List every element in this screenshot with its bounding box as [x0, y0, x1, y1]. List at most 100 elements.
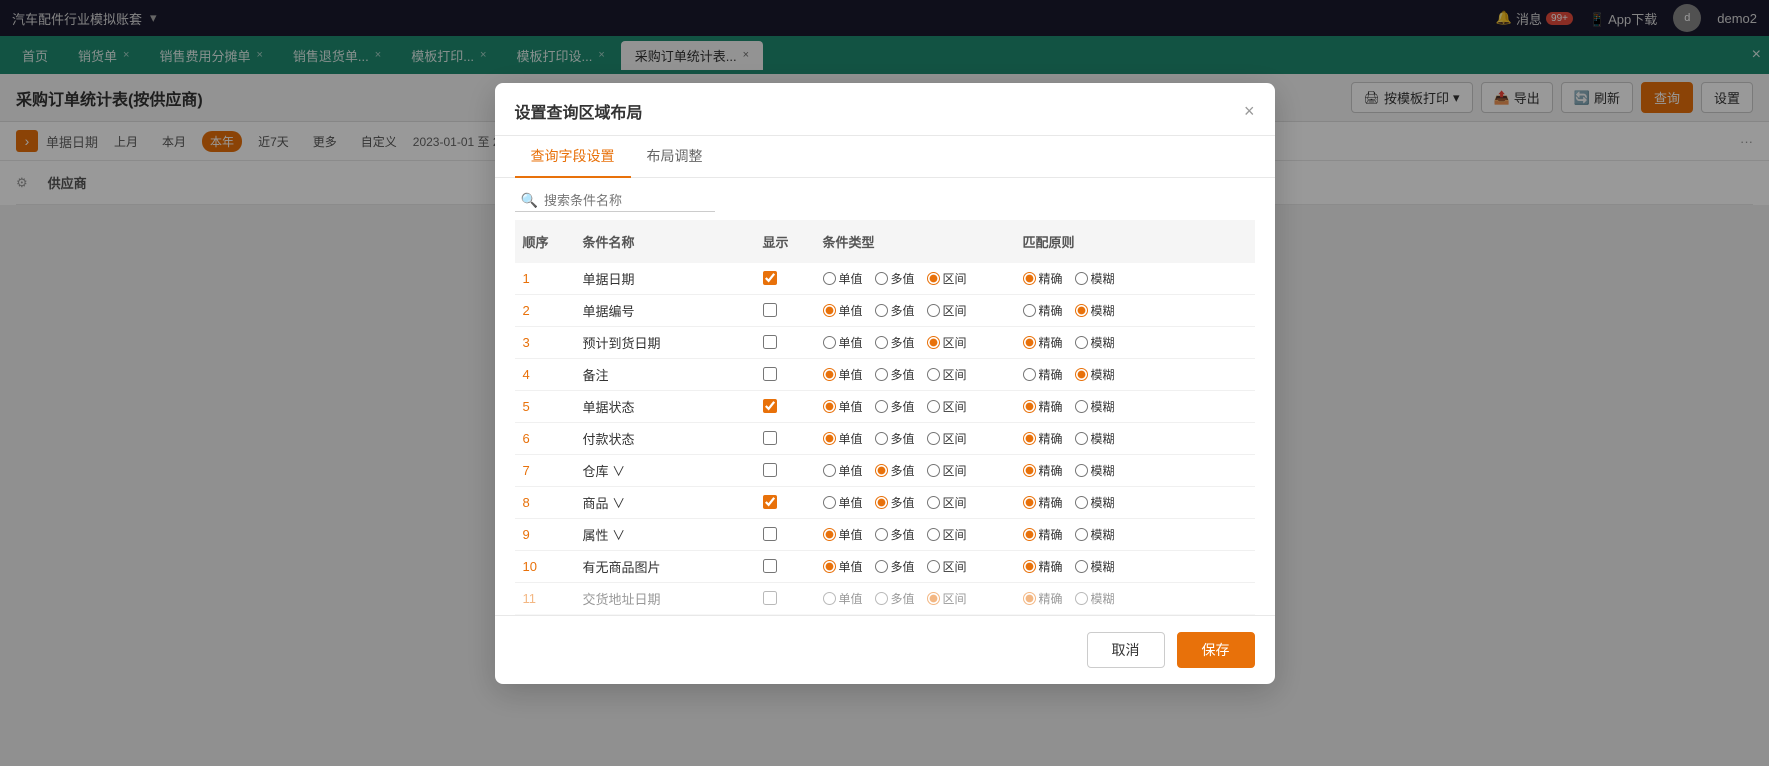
- row-show-checkbox[interactable]: [763, 271, 777, 285]
- radio-type-区间[interactable]: 区间: [927, 430, 967, 447]
- radio-match-模糊[interactable]: 模糊: [1075, 334, 1115, 351]
- row-order: 7: [523, 463, 530, 478]
- row-type-group: 单值多值区间: [815, 455, 1015, 486]
- radio-match-精确[interactable]: 精确: [1023, 334, 1063, 351]
- radio-type-多值[interactable]: 多值: [875, 590, 915, 607]
- radio-match-模糊[interactable]: 模糊: [1075, 430, 1115, 447]
- row-order: 3: [523, 335, 530, 350]
- row-show-checkbox[interactable]: [763, 559, 777, 573]
- radio-type-单值[interactable]: 单值: [823, 270, 863, 287]
- radio-type-多值[interactable]: 多值: [875, 430, 915, 447]
- radio-type-单值[interactable]: 单值: [823, 590, 863, 607]
- row-order: 10: [523, 559, 537, 574]
- radio-type-多值[interactable]: 多值: [875, 526, 915, 543]
- radio-match-模糊[interactable]: 模糊: [1075, 494, 1115, 511]
- save-button[interactable]: 保存: [1177, 632, 1255, 668]
- radio-type-区间[interactable]: 区间: [927, 526, 967, 543]
- row-show-checkbox[interactable]: [763, 303, 777, 317]
- row-match-group: 精确模糊: [1015, 519, 1215, 550]
- row-match-group: 精确模糊: [1015, 551, 1215, 582]
- radio-type-区间[interactable]: 区间: [927, 462, 967, 479]
- radio-type-多值[interactable]: 多值: [875, 302, 915, 319]
- radio-type-区间[interactable]: 区间: [927, 366, 967, 383]
- row-show-checkbox[interactable]: [763, 335, 777, 349]
- radio-match-精确[interactable]: 精确: [1023, 526, 1063, 543]
- radio-match-模糊[interactable]: 模糊: [1075, 526, 1115, 543]
- radio-type-单值[interactable]: 单值: [823, 334, 863, 351]
- radio-match-模糊[interactable]: 模糊: [1075, 302, 1115, 319]
- row-type-group: 单值多值区间: [815, 327, 1015, 358]
- row-match-group: 精确模糊: [1015, 455, 1215, 486]
- row-order: 11: [523, 591, 537, 606]
- radio-type-区间[interactable]: 区间: [927, 494, 967, 511]
- search-icon: 🔍: [521, 192, 538, 209]
- radio-match-精确[interactable]: 精确: [1023, 398, 1063, 415]
- dialog-tabs: 查询字段设置 布局调整: [495, 136, 1275, 178]
- modal-overlay: 设置查询区域布局 × 查询字段设置 布局调整 🔍 顺序 条件名称 显示 条件类型…: [0, 0, 1769, 766]
- radio-type-单值[interactable]: 单值: [823, 366, 863, 383]
- radio-match-模糊[interactable]: 模糊: [1075, 462, 1115, 479]
- table-row: 5单据状态单值多值区间精确模糊: [515, 391, 1255, 423]
- radio-type-区间[interactable]: 区间: [927, 270, 967, 287]
- radio-type-多值[interactable]: 多值: [875, 558, 915, 575]
- radio-match-模糊[interactable]: 模糊: [1075, 270, 1115, 287]
- radio-type-区间[interactable]: 区间: [927, 334, 967, 351]
- radio-type-区间[interactable]: 区间: [927, 398, 967, 415]
- radio-type-多值[interactable]: 多值: [875, 462, 915, 479]
- radio-match-精确[interactable]: 精确: [1023, 302, 1063, 319]
- search-input-wrapper: 🔍: [515, 190, 715, 212]
- table-row: 10有无商品图片单值多值区间精确模糊: [515, 551, 1255, 583]
- row-match-group: 精确模糊: [1015, 295, 1215, 326]
- dialog-tab-layout[interactable]: 布局调整: [631, 136, 719, 178]
- radio-type-单值[interactable]: 单值: [823, 302, 863, 319]
- radio-match-精确[interactable]: 精确: [1023, 270, 1063, 287]
- radio-type-区间[interactable]: 区间: [927, 558, 967, 575]
- row-order: 4: [523, 367, 530, 382]
- table-column-headers: 顺序 条件名称 显示 条件类型 匹配原则: [515, 220, 1255, 263]
- row-name: 备注: [583, 365, 609, 384]
- radio-type-区间[interactable]: 区间: [927, 590, 967, 607]
- row-match-group: 精确模糊: [1015, 423, 1215, 454]
- radio-type-区间[interactable]: 区间: [927, 302, 967, 319]
- radio-match-精确[interactable]: 精确: [1023, 462, 1063, 479]
- row-name: 仓库 ∨: [583, 461, 626, 480]
- radio-type-多值[interactable]: 多值: [875, 334, 915, 351]
- row-name: 商品 ∨: [583, 493, 626, 512]
- radio-type-多值[interactable]: 多值: [875, 398, 915, 415]
- dialog-table: 顺序 条件名称 显示 条件类型 匹配原则 1单据日期单值多值区间精确模糊2单据编…: [495, 220, 1275, 615]
- row-show-checkbox[interactable]: [763, 399, 777, 413]
- dialog-footer: 取消 保存: [495, 615, 1275, 684]
- radio-match-精确[interactable]: 精确: [1023, 558, 1063, 575]
- row-show-checkbox[interactable]: [763, 591, 777, 605]
- row-show-checkbox[interactable]: [763, 463, 777, 477]
- row-show-checkbox[interactable]: [763, 495, 777, 509]
- radio-match-模糊[interactable]: 模糊: [1075, 398, 1115, 415]
- table-rows-container: 1单据日期单值多值区间精确模糊2单据编号单值多值区间精确模糊3预计到货日期单值多…: [515, 263, 1255, 615]
- radio-type-多值[interactable]: 多值: [875, 366, 915, 383]
- row-show-checkbox[interactable]: [763, 527, 777, 541]
- radio-type-单值[interactable]: 单值: [823, 526, 863, 543]
- dialog-title: 设置查询区域布局: [515, 99, 643, 123]
- radio-match-精确[interactable]: 精确: [1023, 430, 1063, 447]
- radio-type-单值[interactable]: 单值: [823, 494, 863, 511]
- radio-match-精确[interactable]: 精确: [1023, 366, 1063, 383]
- radio-type-单值[interactable]: 单值: [823, 430, 863, 447]
- radio-match-精确[interactable]: 精确: [1023, 494, 1063, 511]
- radio-type-多值[interactable]: 多值: [875, 270, 915, 287]
- row-show-checkbox[interactable]: [763, 431, 777, 445]
- radio-match-模糊[interactable]: 模糊: [1075, 558, 1115, 575]
- radio-type-单值[interactable]: 单值: [823, 462, 863, 479]
- dialog-tab-query-fields[interactable]: 查询字段设置: [515, 136, 631, 178]
- dialog-close-button[interactable]: ×: [1244, 102, 1255, 120]
- row-order: 9: [523, 527, 530, 542]
- radio-type-单值[interactable]: 单值: [823, 398, 863, 415]
- radio-match-模糊[interactable]: 模糊: [1075, 590, 1115, 607]
- row-show-checkbox[interactable]: [763, 367, 777, 381]
- radio-type-多值[interactable]: 多值: [875, 494, 915, 511]
- radio-type-单值[interactable]: 单值: [823, 558, 863, 575]
- radio-match-精确[interactable]: 精确: [1023, 590, 1063, 607]
- search-input[interactable]: [544, 193, 709, 208]
- radio-match-模糊[interactable]: 模糊: [1075, 366, 1115, 383]
- cancel-button[interactable]: 取消: [1087, 632, 1165, 668]
- col-type: 条件类型: [815, 226, 1015, 257]
